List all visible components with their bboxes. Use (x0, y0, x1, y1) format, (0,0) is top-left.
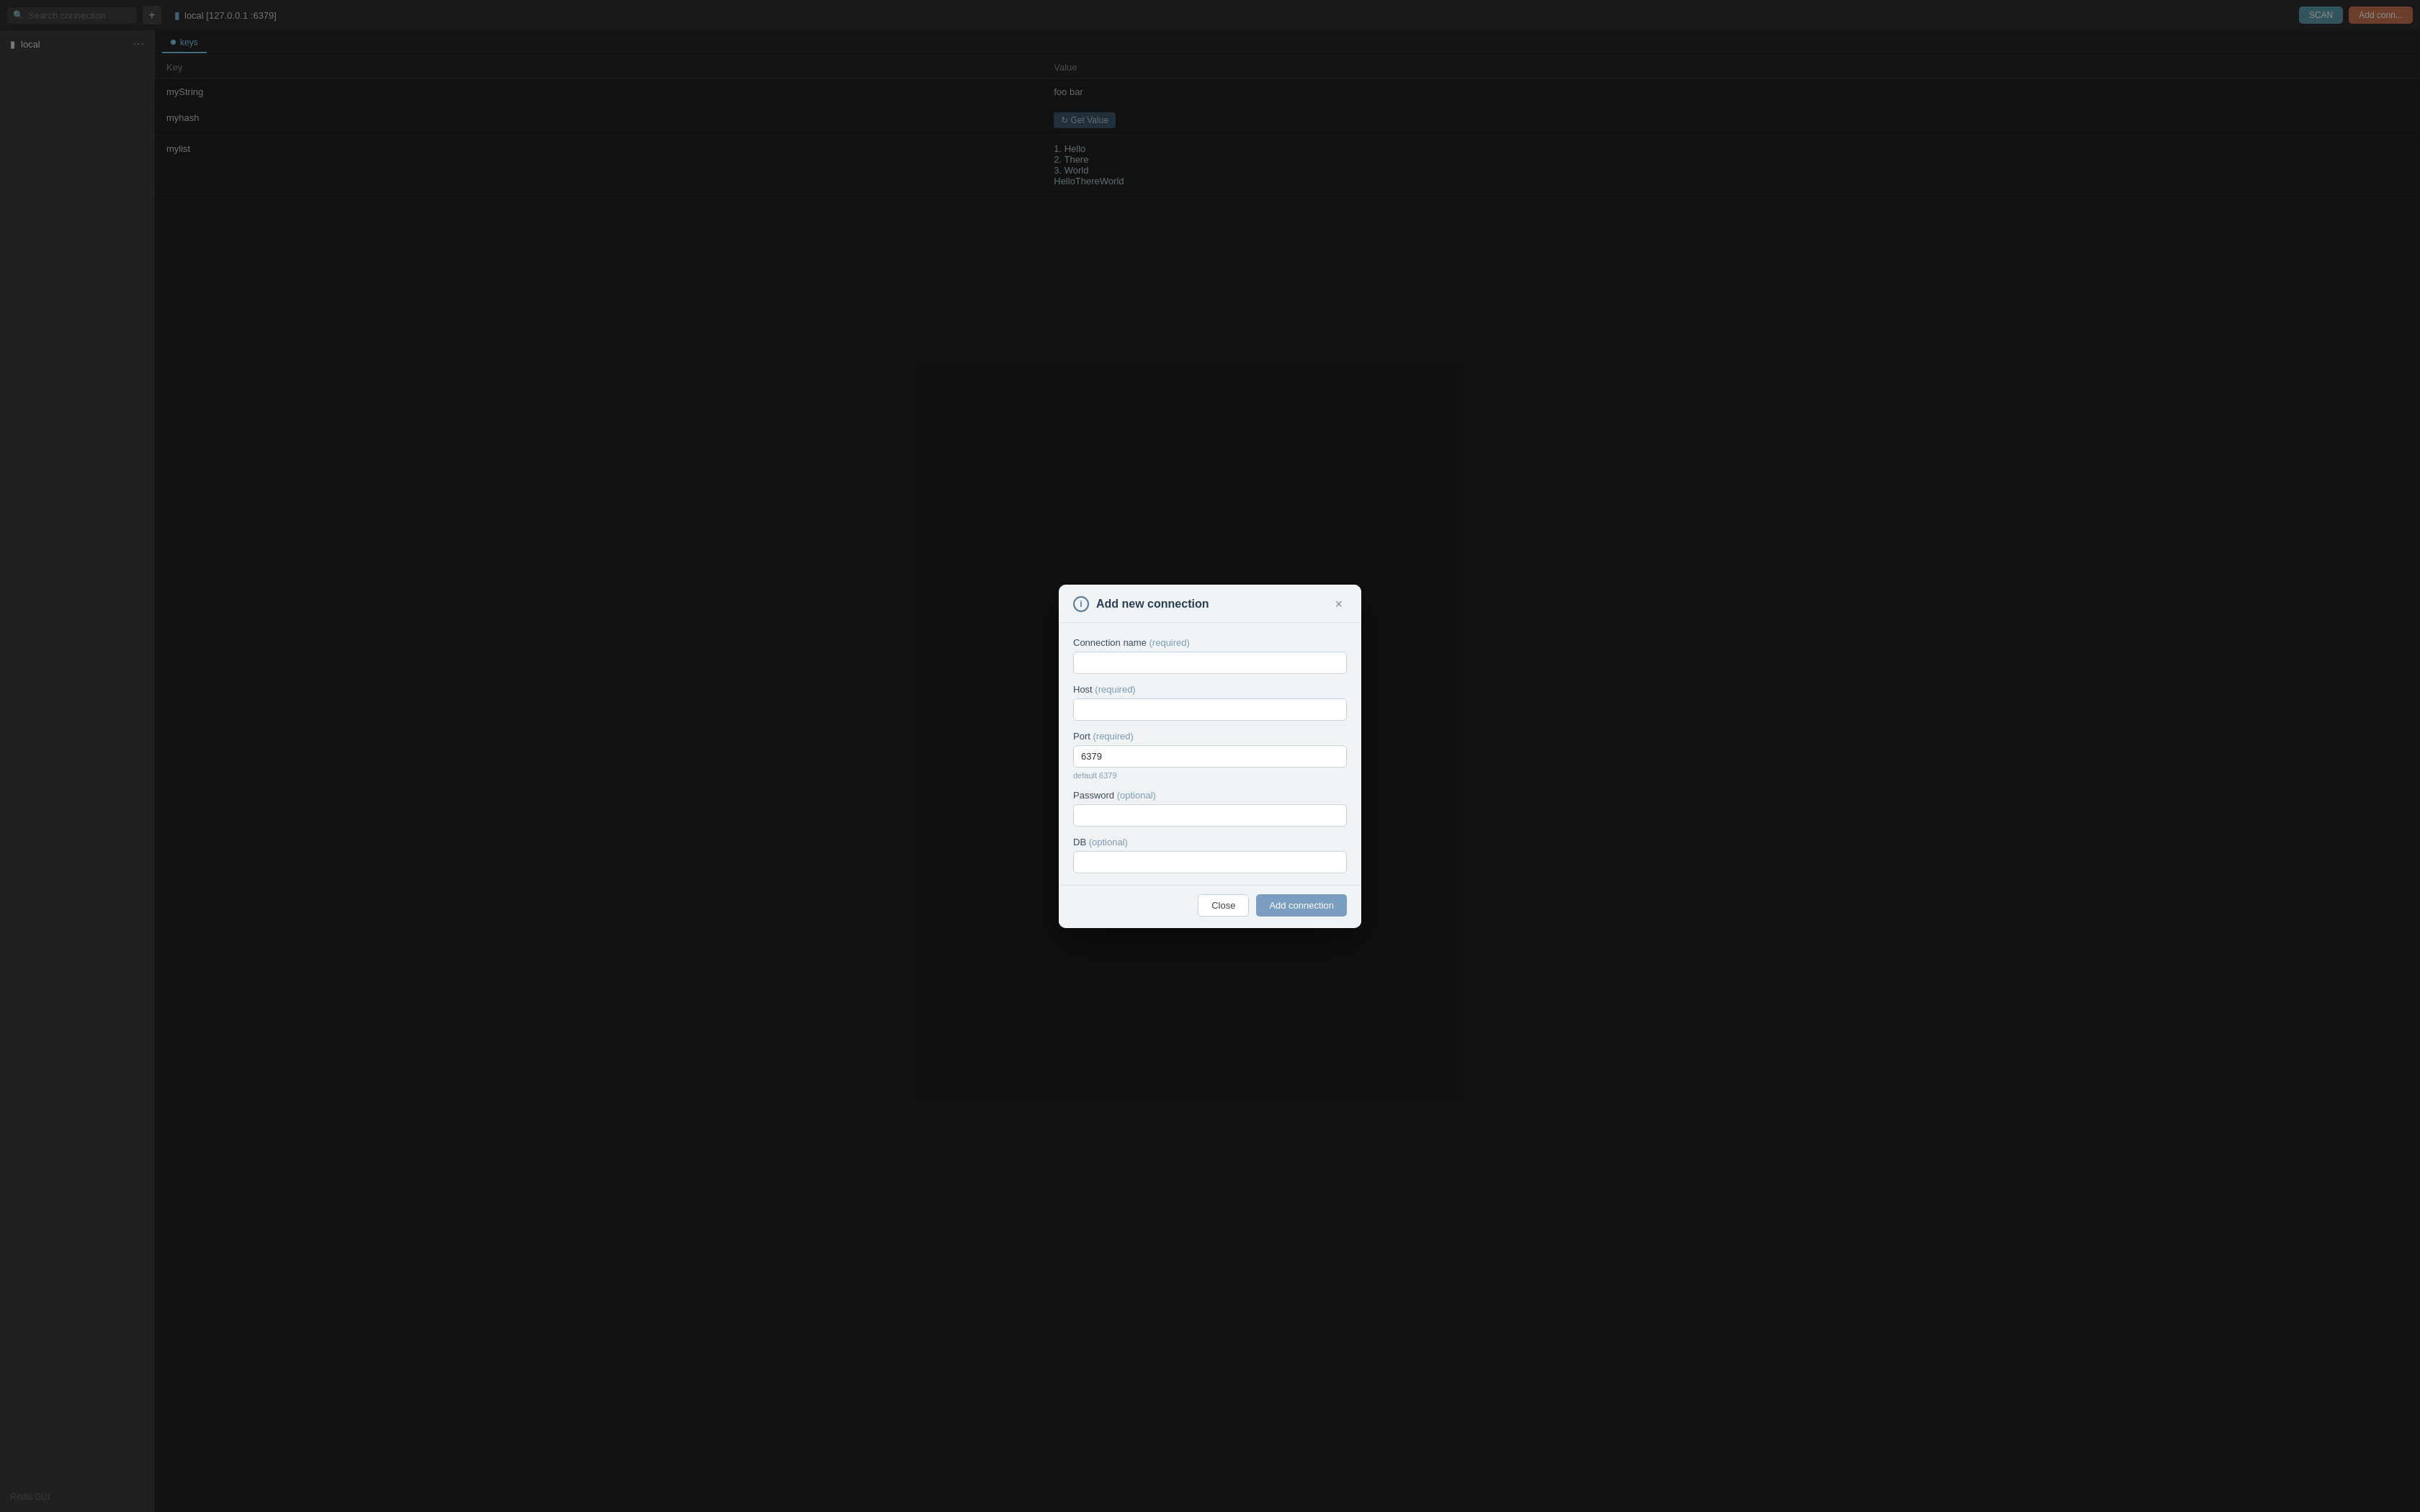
form-label-db: DB (optional) (1073, 837, 1347, 847)
dialog-body: Connection name (required) Host (required… (1059, 623, 1361, 885)
form-group-db: DB (optional) (1073, 837, 1347, 873)
form-group-password: Password (optional) (1073, 790, 1347, 827)
dialog-footer: Close Add connection (1059, 885, 1361, 928)
modal-overlay: i Add new connection × Connection name (… (0, 0, 2420, 1512)
dialog-info-icon: i (1073, 596, 1089, 612)
dialog: i Add new connection × Connection name (… (1059, 585, 1361, 928)
form-group-host: Host (required) (1073, 684, 1347, 721)
form-input-connection_name[interactable] (1073, 652, 1347, 674)
dialog-title-wrap: i Add new connection (1073, 596, 1209, 612)
dialog-header: i Add new connection × (1059, 585, 1361, 623)
form-input-host[interactable] (1073, 698, 1347, 721)
form-input-db[interactable] (1073, 851, 1347, 873)
form-hint-port: default 6379 (1073, 771, 1347, 780)
dialog-title: Add new connection (1096, 598, 1209, 611)
form-label-connection_name: Connection name (required) (1073, 637, 1347, 648)
form-input-password[interactable] (1073, 804, 1347, 827)
dialog-close-action-button[interactable]: Close (1198, 894, 1249, 917)
form-label-port: Port (required) (1073, 731, 1347, 742)
form-group-port: Port (required) default 6379 (1073, 731, 1347, 780)
dialog-add-connection-button[interactable]: Add connection (1256, 894, 1347, 917)
form-input-port[interactable] (1073, 745, 1347, 768)
form-label-password: Password (optional) (1073, 790, 1347, 801)
dialog-close-button[interactable]: × (1330, 596, 1347, 612)
form-group-connection_name: Connection name (required) (1073, 637, 1347, 674)
form-label-host: Host (required) (1073, 684, 1347, 695)
